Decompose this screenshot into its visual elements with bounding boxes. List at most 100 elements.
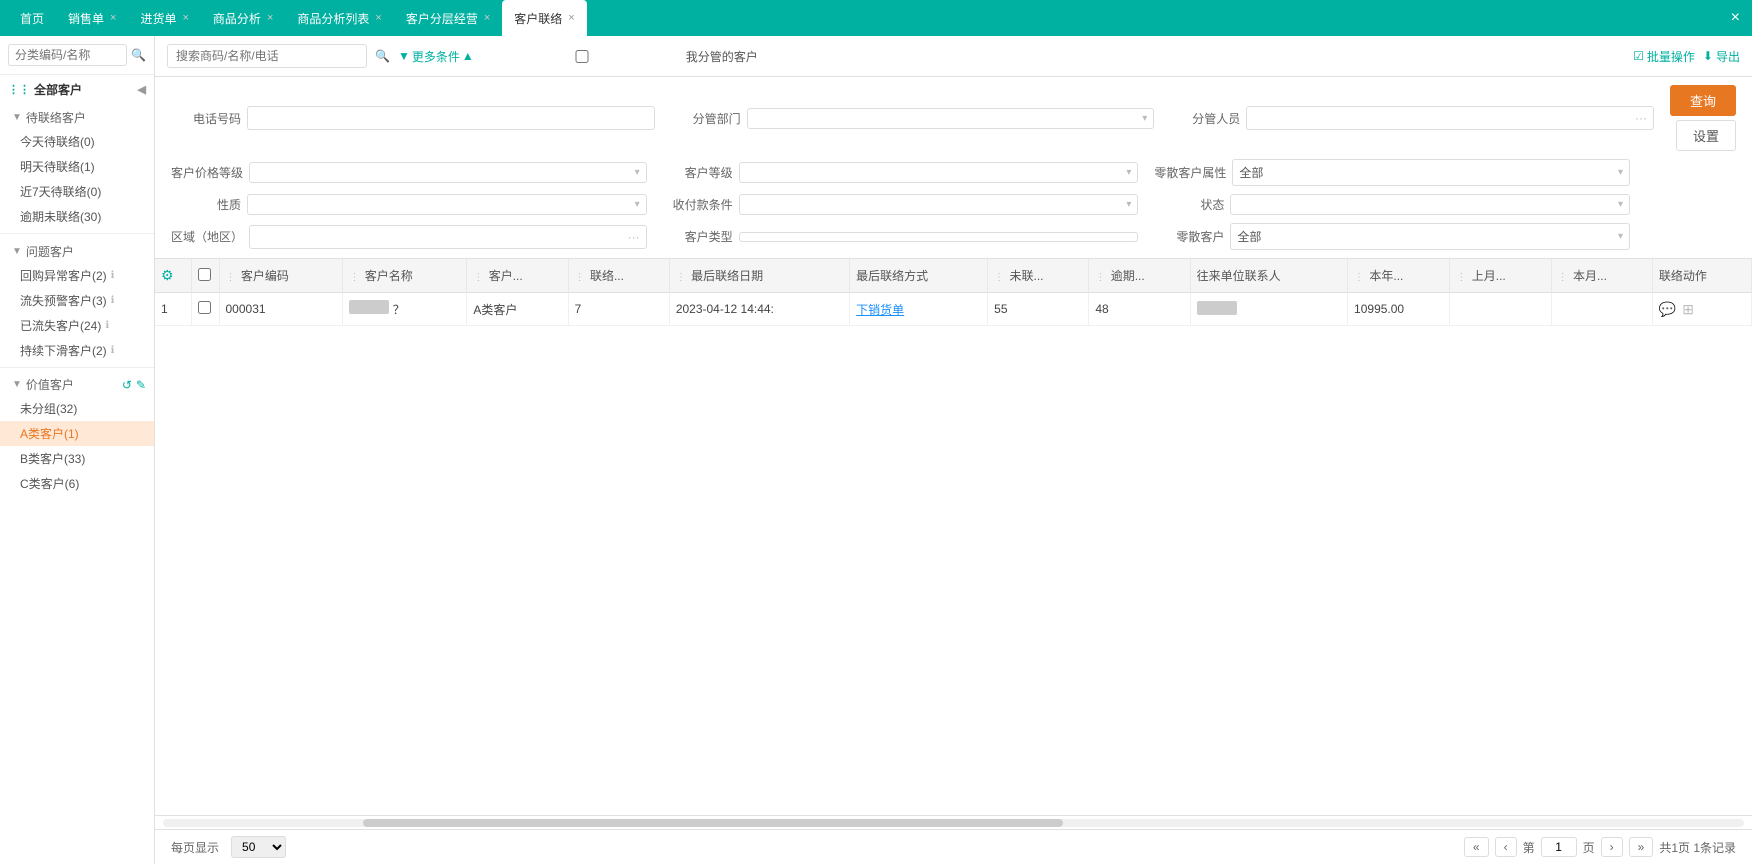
nav-analysis-list[interactable]: 商品分析列表 × xyxy=(285,0,393,36)
close-all-icon[interactable]: × xyxy=(1731,9,1740,27)
price-level-select[interactable]: ▾ xyxy=(249,162,647,183)
close-icon[interactable]: × xyxy=(267,12,273,24)
grid-action-icon[interactable]: ⊞ xyxy=(1682,301,1694,318)
chevron-down-icon: ▾ xyxy=(1618,167,1623,178)
phone-input[interactable] xyxy=(247,106,655,130)
row-code: 000031 xyxy=(219,293,343,326)
nature-select[interactable]: ▾ xyxy=(247,194,647,215)
first-page-button[interactable]: « xyxy=(1464,837,1489,857)
page-label: 第 xyxy=(1523,839,1535,856)
sidebar-value-section[interactable]: ▼ 价值客户 ↺ ✎ xyxy=(0,372,154,396)
staff-input[interactable]: ··· xyxy=(1246,106,1654,130)
customer-table: ⚙ ⋮ 客户编码 ⋮ 客户名称 xyxy=(155,259,1752,326)
nav-sales[interactable]: 销售单 × xyxy=(56,0,128,36)
sidebar-problem-section[interactable]: ▼ 问题客户 xyxy=(0,238,154,263)
dept-select[interactable]: ▾ xyxy=(747,108,1155,129)
sidebar: 🔍 ⋮⋮ 全部客户 ◀ ▼ 待联络客户 今天待联络(0) 明天待联络(1) 近7… xyxy=(0,36,155,864)
chevron-down-icon: ▾ xyxy=(1618,231,1623,242)
sidebar-loss-warning[interactable]: 流失预警客户(3) ℹ xyxy=(0,288,154,313)
retail-customer-select[interactable]: 全部 ▾ xyxy=(1230,223,1630,250)
sidebar-search-input[interactable] xyxy=(8,44,127,66)
close-icon[interactable]: × xyxy=(484,12,490,24)
info-icon: ℹ xyxy=(111,345,115,356)
dept-label: 分管部门 xyxy=(671,110,741,127)
nav-customer-segment[interactable]: 客户分层经营 × xyxy=(394,0,502,36)
nature-label: 性质 xyxy=(171,196,241,213)
my-customers-check[interactable] xyxy=(482,50,682,63)
sort-icon: ⋮ xyxy=(1095,272,1105,283)
col-type: ⋮ 客户... xyxy=(467,259,568,293)
batch-op-button[interactable]: ☑ 批量操作 xyxy=(1633,48,1695,65)
col-overdue: ⋮ 逾期... xyxy=(1089,259,1190,293)
prev-page-button[interactable]: ‹ xyxy=(1495,837,1517,857)
search-input[interactable] xyxy=(167,44,367,68)
refresh-icon[interactable]: ↺ xyxy=(122,378,132,392)
filter-buttons: 查询 设置 xyxy=(1670,85,1736,151)
page-end-label: 页 xyxy=(1583,839,1595,856)
region-input[interactable]: ··· xyxy=(249,225,647,249)
sidebar-all-customers[interactable]: ⋮⋮ 全部客户 ◀ xyxy=(0,75,154,104)
page-size-select[interactable]: 50 20 100 xyxy=(231,836,286,858)
col-no-contact: ⋮ 未联... xyxy=(988,259,1089,293)
horizontal-scrollbar[interactable] xyxy=(155,815,1752,829)
more-filter-button[interactable]: ▼ 更多条件 ▲ xyxy=(398,48,474,65)
sidebar-overdue-contact[interactable]: 逾期未联络(30) xyxy=(0,204,154,229)
collapse-icon[interactable]: ◀ xyxy=(138,83,146,96)
payment-select[interactable]: ▾ xyxy=(739,194,1139,215)
export-button[interactable]: ⬇ 导出 xyxy=(1703,48,1740,65)
row-no-contact: 55 xyxy=(988,293,1089,326)
sidebar-unclassified[interactable]: 未分组(32) xyxy=(0,396,154,421)
scroll-thumb[interactable] xyxy=(363,819,1063,827)
retail-attr-filter: 零散客户属性 全部 ▾ xyxy=(1154,159,1630,186)
chat-icon[interactable]: 💬 xyxy=(1659,301,1676,318)
table-row: 1 000031 ？ A类客户 7 2023-04-12 14:44: 下销货单 xyxy=(155,293,1752,326)
query-button[interactable]: 查询 xyxy=(1670,85,1736,116)
sidebar-repurchase-anomaly[interactable]: 回购异常客户(2) ℹ xyxy=(0,263,154,288)
page-number-input[interactable] xyxy=(1541,837,1577,857)
sidebar-7days-contact[interactable]: 近7天待联络(0) xyxy=(0,179,154,204)
last-method-link[interactable]: 下销货单 xyxy=(856,303,904,317)
sidebar-lost[interactable]: 已流失客户(24) ℹ xyxy=(0,313,154,338)
sidebar-declining[interactable]: 持续下滑客户(2) ℹ xyxy=(0,338,154,363)
sidebar-a-class[interactable]: A类客户(1) xyxy=(0,421,154,446)
close-icon[interactable]: × xyxy=(110,12,116,24)
retail-attr-select[interactable]: 全部 ▾ xyxy=(1232,159,1630,186)
dots-icon: ··· xyxy=(628,230,640,244)
sidebar-pending-section[interactable]: ▼ 待联络客户 xyxy=(0,104,154,129)
close-icon[interactable]: × xyxy=(568,12,574,24)
nature-filter: 性质 ▾ xyxy=(171,194,647,215)
my-customers-checkbox[interactable]: 我分管的客户 xyxy=(482,48,758,65)
value-section-actions[interactable]: ↺ ✎ xyxy=(122,378,146,392)
column-settings-icon[interactable]: ⚙ xyxy=(161,267,174,283)
edit-icon[interactable]: ✎ xyxy=(136,378,146,392)
customer-type-select[interactable] xyxy=(739,232,1139,242)
sidebar-tomorrow-contact[interactable]: 明天待联络(1) xyxy=(0,154,154,179)
settings-button[interactable]: 设置 xyxy=(1676,120,1736,151)
sort-icon: ⋮ xyxy=(676,272,686,283)
nav-purchase[interactable]: 进货单 × xyxy=(128,0,200,36)
status-select[interactable]: ▾ xyxy=(1230,194,1630,215)
customer-level-label: 客户等级 xyxy=(663,164,733,181)
sidebar-today-contact[interactable]: 今天待联络(0) xyxy=(0,129,154,154)
nav-customer-contact[interactable]: 客户联络 × xyxy=(502,0,586,36)
dept-filter: 分管部门 ▾ xyxy=(671,108,1155,129)
next-page-button[interactable]: › xyxy=(1601,837,1623,857)
sidebar-search-icon[interactable]: 🔍 xyxy=(131,48,146,62)
row-checkbox[interactable] xyxy=(198,301,211,314)
last-page-button[interactable]: » xyxy=(1629,837,1654,857)
sidebar-b-class[interactable]: B类客户(33) xyxy=(0,446,154,471)
table-wrapper: ⚙ ⋮ 客户编码 ⋮ 客户名称 xyxy=(155,259,1752,815)
row-last-method[interactable]: 下销货单 xyxy=(850,293,988,326)
nav-analysis[interactable]: 商品分析 × xyxy=(201,0,285,36)
close-icon[interactable]: × xyxy=(375,12,381,24)
sidebar-c-class[interactable]: C类客户(6) xyxy=(0,471,154,496)
close-icon[interactable]: × xyxy=(182,12,188,24)
page-size-label: 每页显示 xyxy=(171,839,219,856)
search-button[interactable]: 🔍 xyxy=(375,49,390,63)
divider xyxy=(0,367,154,368)
filter-row-1: 电话号码 分管部门 ▾ 分管人员 ··· 查询 xyxy=(171,85,1736,151)
grid-icon: ⋮⋮ xyxy=(8,83,30,96)
select-all-checkbox[interactable] xyxy=(198,268,211,281)
customer-level-select[interactable]: ▾ xyxy=(739,162,1139,183)
nav-home[interactable]: 首页 xyxy=(8,0,56,36)
